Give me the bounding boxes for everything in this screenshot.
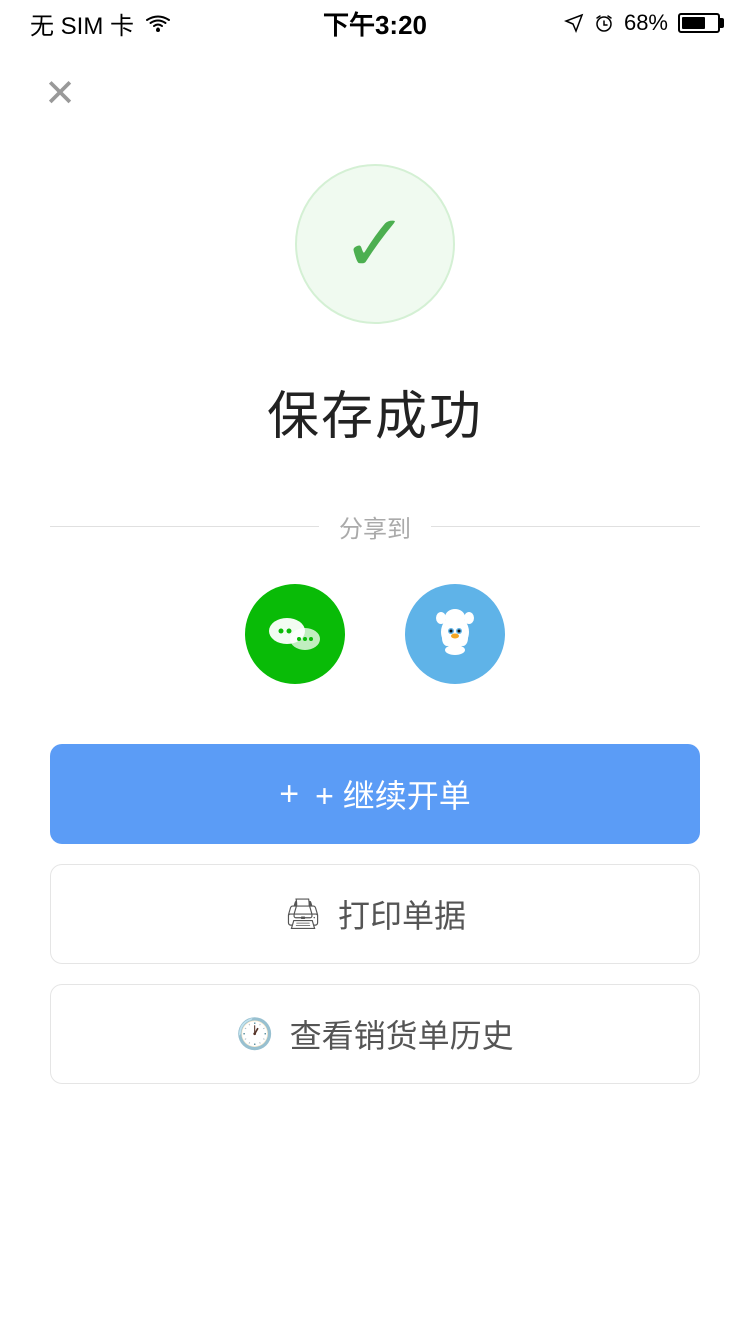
battery-icon <box>678 13 720 33</box>
history-icon: 🕐 <box>236 1017 273 1052</box>
divider-line-right <box>431 526 700 527</box>
print-icon: 🖨 <box>284 897 322 932</box>
wifi-icon <box>144 13 172 33</box>
divider-line-left <box>50 526 319 527</box>
wechat-logo-icon <box>265 609 325 659</box>
status-time: 下午3:20 <box>323 5 427 42</box>
close-button[interactable]: ✕ <box>30 64 90 124</box>
print-button[interactable]: 🖨 打印单据 <box>50 864 700 964</box>
qq-logo-icon <box>425 604 485 664</box>
continue-label: + 继续开单 <box>315 771 471 817</box>
qq-share-button[interactable] <box>405 584 505 684</box>
success-title: 保存成功 <box>267 374 483 449</box>
close-icon: ✕ <box>44 75 76 113</box>
status-right: 68% <box>564 10 720 36</box>
share-section: 分享到 <box>50 509 700 684</box>
no-sim-label: 无 SIM 卡 <box>30 6 134 41</box>
status-left: 无 SIM 卡 <box>30 6 172 41</box>
success-icon-wrap: ✓ <box>295 164 455 324</box>
location-icon <box>564 13 584 33</box>
battery-percent: 68% <box>624 10 668 36</box>
history-label: 查看销货单历史 <box>290 1011 514 1057</box>
alarm-icon <box>594 13 614 33</box>
share-icons-row <box>50 584 700 684</box>
share-label: 分享到 <box>339 509 411 544</box>
print-label: 打印单据 <box>338 891 466 937</box>
checkmark-icon: ✓ <box>341 204 408 284</box>
history-button[interactable]: 🕐 查看销货单历史 <box>50 984 700 1084</box>
continue-button[interactable]: + + 继续开单 <box>50 744 700 844</box>
action-buttons: + + 继续开单 🖨 打印单据 🕐 查看销货单历史 <box>50 744 700 1084</box>
continue-icon: + <box>279 775 299 814</box>
main-content: ✓ 保存成功 分享到 <box>0 144 750 1334</box>
wechat-share-button[interactable] <box>245 584 345 684</box>
share-divider: 分享到 <box>50 509 700 544</box>
status-bar: 无 SIM 卡 下午3:20 68% <box>0 0 750 44</box>
